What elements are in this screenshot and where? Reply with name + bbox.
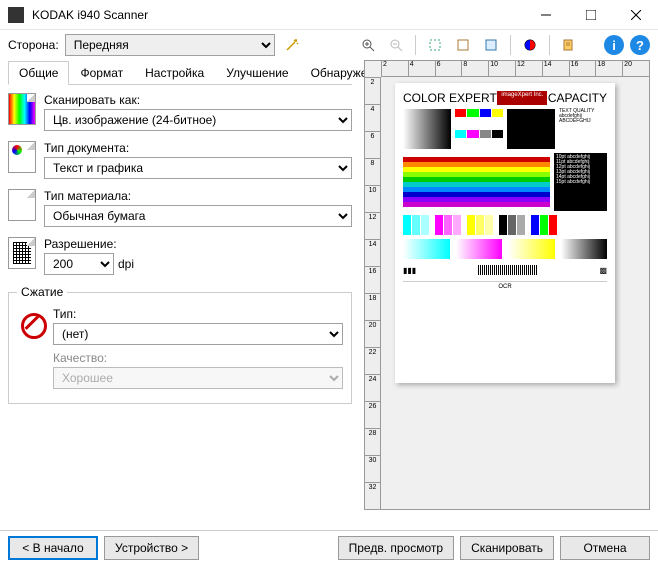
- info-icon[interactable]: i: [604, 35, 624, 55]
- preview-panel: 2468101214161820 24681012141618202224262…: [360, 60, 658, 530]
- resolution-icon: [8, 237, 36, 269]
- scanas-label: Сканировать как:: [44, 93, 352, 107]
- tabs: Общие Формат Настройка Улучшение Обнаруж…: [8, 60, 352, 85]
- tab-general[interactable]: Общие: [8, 61, 69, 85]
- device-button[interactable]: Устройство >: [104, 536, 199, 560]
- scanas-select[interactable]: Цв. изображение (24-битное): [44, 109, 352, 131]
- minimize-button[interactable]: [523, 0, 568, 30]
- material-label: Тип материала:: [44, 189, 352, 203]
- bottom-bar: < В начало Устройство > Предв. просмотр …: [0, 530, 658, 564]
- ruler-vertical: 2468101214161820222426283032: [365, 77, 381, 509]
- window-title: KODAK i940 Scanner: [32, 8, 523, 22]
- outline-icon[interactable]: [424, 34, 446, 56]
- compression-legend: Сжатие: [17, 285, 67, 299]
- comp-type-label: Тип:: [53, 307, 343, 321]
- side-select[interactable]: Передняя: [65, 34, 275, 56]
- zoom-in-icon[interactable]: [357, 34, 379, 56]
- preview-page: COLOR EXPERTimageXpert Inc.CAPACITY TEXT…: [395, 83, 615, 383]
- scan-button[interactable]: Сканировать: [460, 536, 554, 560]
- side-label: Сторона:: [8, 38, 59, 52]
- material-icon: [8, 189, 36, 221]
- doctype-icon: [8, 141, 36, 173]
- close-button[interactable]: [613, 0, 658, 30]
- doctype-label: Тип документа:: [44, 141, 352, 155]
- help-icon[interactable]: ?: [630, 35, 650, 55]
- top-toolbar: Сторона: Передняя i ?: [0, 30, 658, 60]
- scanas-icon: [8, 93, 36, 125]
- ruler-horizontal: 2468101214161820: [381, 61, 649, 77]
- zoom-out-icon[interactable]: [385, 34, 407, 56]
- frame2-icon[interactable]: [480, 34, 502, 56]
- color-tool-icon[interactable]: [519, 34, 541, 56]
- resolution-unit: dpi: [118, 257, 134, 271]
- list-tool-icon[interactable]: [558, 34, 580, 56]
- maximize-button[interactable]: [568, 0, 613, 30]
- preview-area[interactable]: 2468101214161820 24681012141618202224262…: [364, 60, 650, 510]
- home-button[interactable]: < В начало: [8, 536, 98, 560]
- preview-button[interactable]: Предв. просмотр: [338, 536, 454, 560]
- comp-type-select[interactable]: (нет): [53, 323, 343, 345]
- comp-quality-label: Качество:: [53, 351, 343, 365]
- settings-panel: Общие Формат Настройка Улучшение Обнаруж…: [0, 60, 360, 530]
- material-select[interactable]: Обычная бумага: [44, 205, 352, 227]
- app-icon: [8, 7, 24, 23]
- titlebar: KODAK i940 Scanner: [0, 0, 658, 30]
- compression-group: Сжатие Тип: (нет) Качество: Хорошее: [8, 285, 352, 404]
- cancel-button[interactable]: Отмена: [560, 536, 650, 560]
- tab-format[interactable]: Формат: [69, 61, 134, 85]
- frame1-icon[interactable]: [452, 34, 474, 56]
- doctype-select[interactable]: Текст и графика: [44, 157, 352, 179]
- compression-icon: [17, 307, 45, 339]
- tab-setup[interactable]: Настройка: [134, 61, 215, 85]
- resolution-select[interactable]: 200: [44, 253, 114, 275]
- preview-ocr-label: OCR: [403, 281, 607, 290]
- magic-wand-icon[interactable]: [281, 34, 303, 56]
- tab-enhance[interactable]: Улучшение: [215, 61, 299, 85]
- resolution-label: Разрешение:: [44, 237, 352, 251]
- comp-quality-select: Хорошее: [53, 367, 343, 389]
